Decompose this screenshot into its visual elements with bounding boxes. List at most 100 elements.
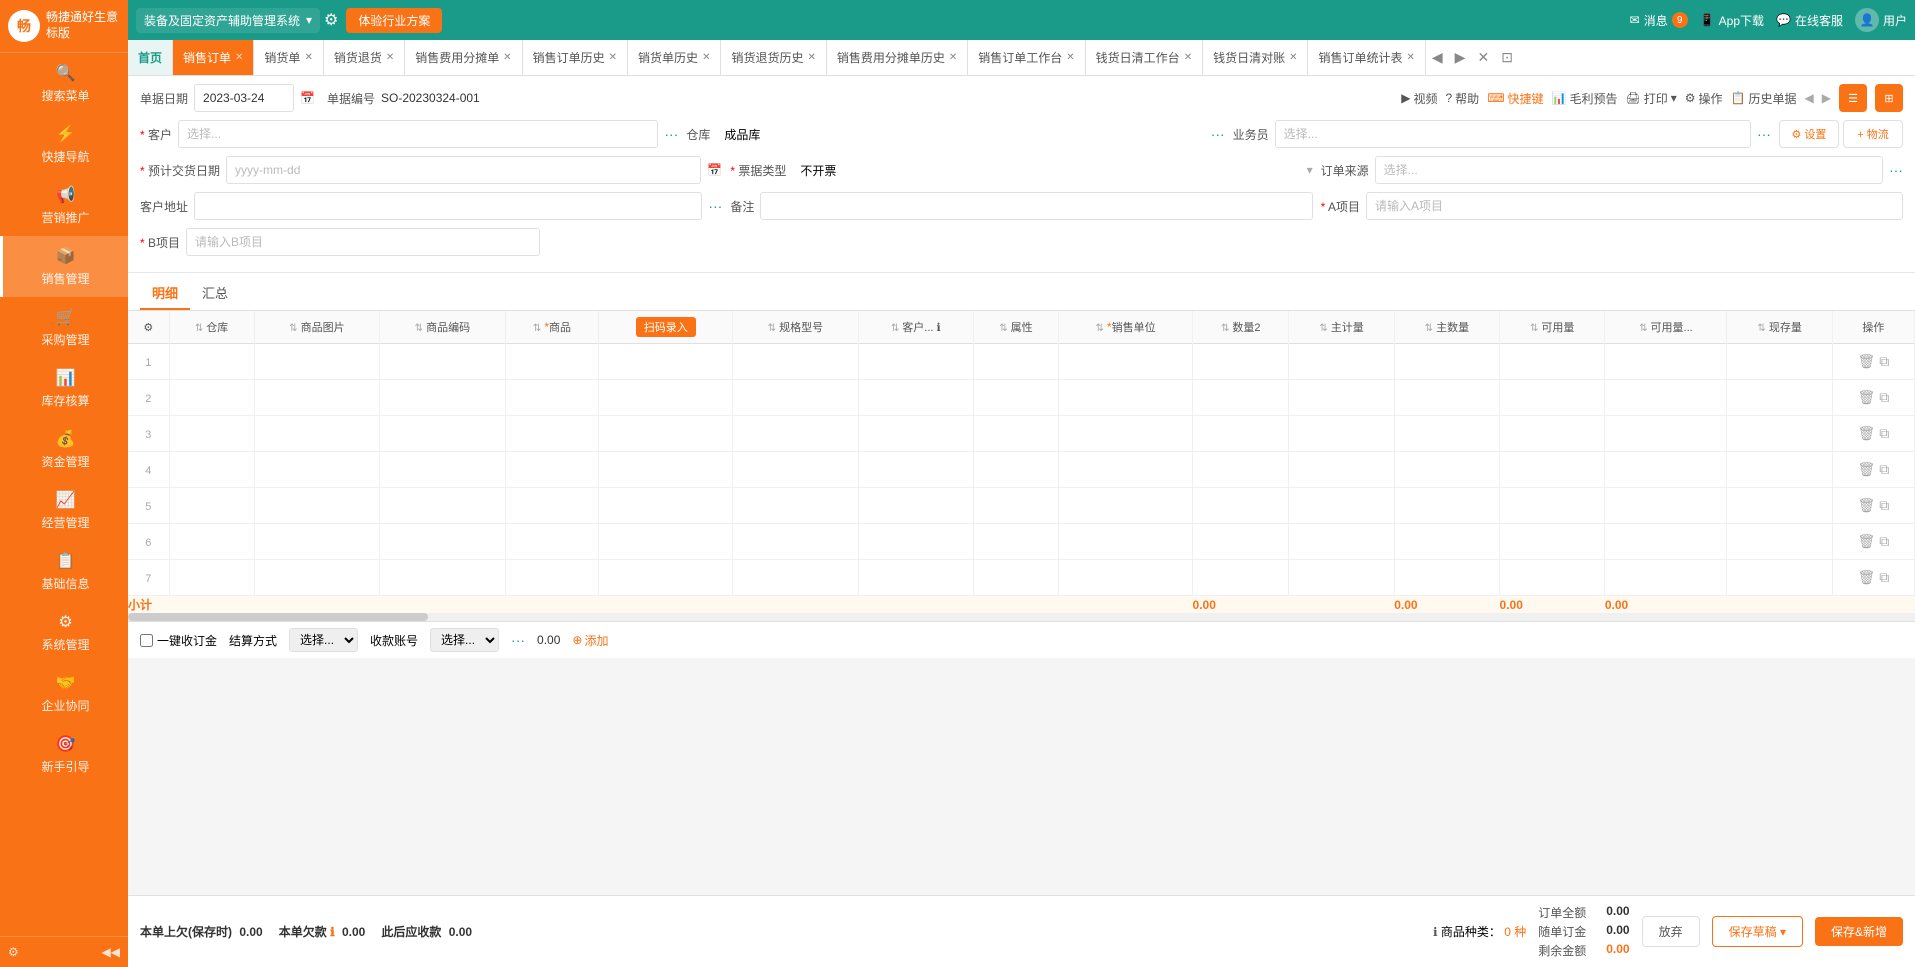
sidebar-item-销售管理[interactable]: 📦销售管理 — [0, 236, 128, 297]
salesperson-input[interactable] — [1275, 120, 1751, 148]
remark-input[interactable] — [760, 192, 1312, 220]
tab-11[interactable]: 钱货日清对账✕ — [1203, 40, 1308, 76]
tab-close-6[interactable]: ✕ — [702, 52, 710, 63]
delete-icon-7[interactable]: 🗑 — [1858, 569, 1876, 586]
sidebar-item-经营管理[interactable]: 📈经营管理 — [0, 480, 128, 541]
receipt-more-btn[interactable]: ··· — [511, 632, 525, 648]
copy-icon-2[interactable]: ⧉ — [1879, 389, 1889, 406]
scan-btn[interactable]: 扫码录入 — [636, 317, 696, 337]
tab-7[interactable]: 销货退货历史✕ — [721, 40, 826, 76]
delivery-cal-icon[interactable]: 📅 — [707, 163, 722, 177]
sidebar-item-库存核算[interactable]: 📊库存核算 — [0, 358, 128, 419]
tab-close-2[interactable]: ✕ — [304, 52, 312, 63]
profit-btn[interactable]: 📊 毛利预告 — [1552, 90, 1618, 107]
tab-1[interactable]: 销售订单✕ — [173, 40, 254, 76]
tab-8[interactable]: 销售费用分摊单历史✕ — [827, 40, 968, 76]
sidebar-item-系统管理[interactable]: ⚙系统管理 — [0, 602, 128, 663]
copy-icon-7[interactable]: ⧉ — [1879, 569, 1889, 586]
copy-icon-6[interactable]: ⧉ — [1879, 533, 1889, 550]
quick-payment-checkbox[interactable] — [140, 634, 153, 647]
collapse-icon[interactable]: ◀◀ — [102, 945, 120, 959]
payment-method-select[interactable]: 选择... — [289, 628, 358, 652]
quick-payment-item[interactable]: 一键收订金 — [140, 632, 217, 649]
copy-icon-5[interactable]: ⧉ — [1879, 497, 1889, 514]
help-btn[interactable]: ? 帮助 — [1445, 90, 1479, 107]
order-source-input[interactable] — [1375, 156, 1883, 184]
customer-address-input[interactable] — [194, 192, 702, 220]
b-project-input[interactable] — [186, 228, 540, 256]
tab-expand[interactable]: ⊡ — [1495, 49, 1519, 66]
tab-10[interactable]: 钱货日清工作台✕ — [1086, 40, 1203, 76]
shortcut-btn[interactable]: ⌨ 快捷键 — [1487, 90, 1543, 107]
ops-btn[interactable]: ⚙ 操作 — [1685, 90, 1723, 107]
tab-3[interactable]: 销货退货✕ — [324, 40, 405, 76]
print-btn[interactable]: 🖨 打印 ▾ — [1626, 90, 1677, 107]
nav-prev-icon[interactable]: ◀ — [1805, 91, 1814, 105]
date-input[interactable] — [194, 84, 294, 112]
tab-close-12[interactable]: ✕ — [1407, 52, 1415, 63]
copy-icon-4[interactable]: ⧉ — [1879, 461, 1889, 478]
th-settings[interactable]: ⚙ — [128, 311, 169, 344]
video-btn[interactable]: ▶ 视频 — [1401, 90, 1437, 107]
settings-action-btn[interactable]: ⚙ 设置 — [1779, 120, 1839, 148]
tab-close-all[interactable]: ✕ — [1471, 49, 1495, 66]
tab-close-7[interactable]: ✕ — [807, 52, 815, 63]
a-project-input[interactable] — [1366, 192, 1903, 220]
delete-icon-6[interactable]: 🗑 — [1858, 533, 1876, 550]
customer-more-btn[interactable]: ··· — [664, 126, 678, 142]
delete-icon-5[interactable]: 🗑 — [1858, 497, 1876, 514]
tab-close-5[interactable]: ✕ — [609, 52, 617, 63]
detail-tab-汇总[interactable]: 汇总 — [190, 277, 240, 310]
sidebar-item-采购管理[interactable]: 🛒采购管理 — [0, 297, 128, 358]
tab-4[interactable]: 销售费用分摊单✕ — [405, 40, 522, 76]
tab-12[interactable]: 销售订单统计表✕ — [1308, 40, 1425, 76]
order-source-more-btn[interactable]: ··· — [1889, 162, 1903, 178]
sidebar-item-营销推广[interactable]: 📢营销推广 — [0, 175, 128, 236]
save-new-btn[interactable]: 保存&新增 — [1815, 917, 1903, 946]
delete-icon-1[interactable]: 🗑 — [1858, 353, 1876, 370]
salesperson-more-btn[interactable]: ··· — [1757, 126, 1771, 142]
sidebar-item-新手引导[interactable]: 🎯新手引导 — [0, 724, 128, 785]
settings-icon[interactable]: ⚙ — [8, 945, 19, 959]
tab-prev[interactable]: ◀ — [1426, 49, 1449, 66]
tab-5[interactable]: 销售订单历史✕ — [523, 40, 628, 76]
sidebar-item-基础信息[interactable]: 📋基础信息 — [0, 541, 128, 602]
detail-tab-明细[interactable]: 明细 — [140, 277, 190, 310]
tab-close-8[interactable]: ✕ — [949, 52, 957, 63]
nav-next-icon[interactable]: ▶ — [1822, 91, 1831, 105]
experience-btn[interactable]: 体验行业方案 — [346, 8, 442, 33]
delivery-date-input[interactable] — [226, 156, 701, 184]
system-selector[interactable]: 装备及固定资产辅助管理系统 ▾ — [136, 8, 320, 33]
user-item[interactable]: 👤 用户 — [1855, 8, 1907, 32]
settings-icon[interactable]: ⚙ — [324, 10, 338, 30]
tab-close-11[interactable]: ✕ — [1289, 52, 1297, 63]
messages-item[interactable]: ✉ 消息 9 — [1630, 12, 1688, 29]
add-payment-btn[interactable]: ⊕ 添加 — [572, 632, 608, 649]
invoice-type-dropdown[interactable]: ▾ — [1307, 163, 1313, 177]
sidebar-item-搜索菜单[interactable]: 🔍搜索菜单 — [0, 53, 128, 114]
app-download-item[interactable]: 📱 App下载 — [1700, 12, 1764, 29]
copy-icon-1[interactable]: ⧉ — [1879, 353, 1889, 370]
copy-icon-3[interactable]: ⧉ — [1879, 425, 1889, 442]
abandon-btn[interactable]: 放弃 — [1642, 916, 1700, 947]
history-btn[interactable]: 📋 历史单据 — [1731, 90, 1797, 107]
delete-icon-4[interactable]: 🗑 — [1858, 461, 1876, 478]
address-more-btn[interactable]: ··· — [708, 198, 722, 214]
sidebar-item-资金管理[interactable]: 💰资金管理 — [0, 419, 128, 480]
delete-icon-3[interactable]: 🗑 — [1858, 425, 1876, 442]
panel-view-btn[interactable]: ⊞ — [1875, 84, 1903, 112]
tab-close-1[interactable]: ✕ — [235, 52, 243, 63]
save-draft-btn[interactable]: 保存草稿 ▾ — [1712, 916, 1803, 947]
tab-close-3[interactable]: ✕ — [386, 52, 394, 63]
receipt-no-select[interactable]: 选择... — [430, 628, 499, 652]
tab-close-10[interactable]: ✕ — [1184, 52, 1192, 63]
tab-close-9[interactable]: ✕ — [1066, 52, 1074, 63]
tab-9[interactable]: 销售订单工作台✕ — [968, 40, 1085, 76]
delete-icon-2[interactable]: 🗑 — [1858, 389, 1876, 406]
sidebar-item-快捷导航[interactable]: ⚡快捷导航 — [0, 114, 128, 175]
warehouse-more-btn[interactable]: ··· — [1211, 126, 1225, 142]
sidebar-logo[interactable]: 畅 畅捷通好生意 标版 — [0, 0, 128, 53]
customer-input[interactable] — [178, 120, 658, 148]
sidebar-item-企业协同[interactable]: 🤝企业协同 — [0, 663, 128, 724]
grid-view-btn[interactable]: ☰ — [1839, 84, 1867, 112]
